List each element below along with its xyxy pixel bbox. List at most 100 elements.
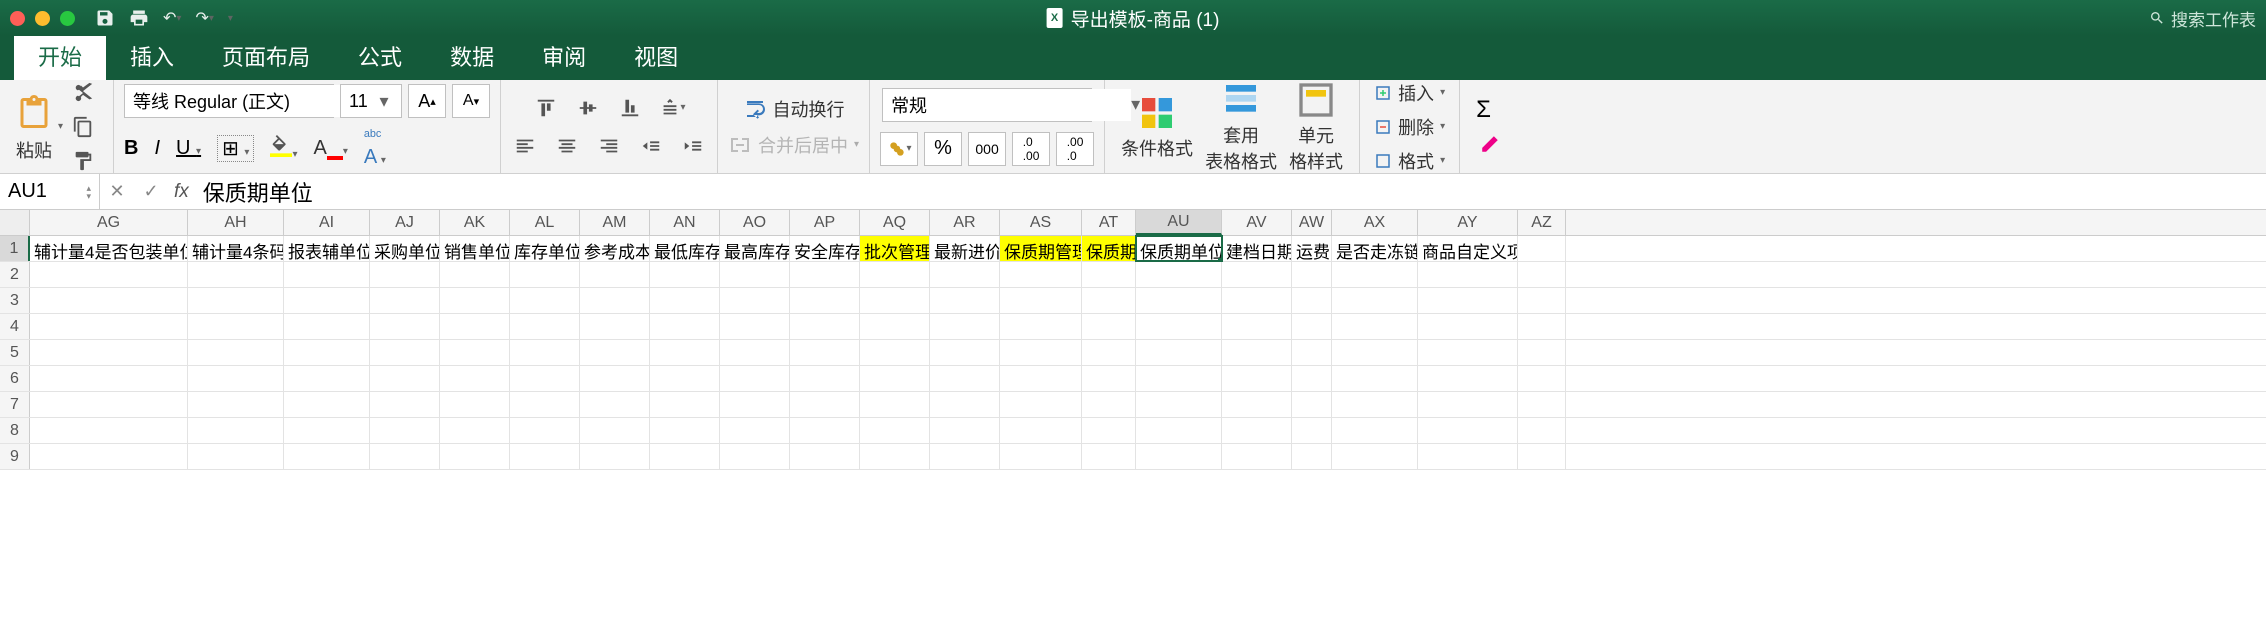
cell-AU8[interactable] [1136, 418, 1222, 443]
cell-AG1[interactable]: 辅计量4是否包装单位 [30, 236, 188, 261]
tab-page-layout[interactable]: 页面布局 [198, 32, 334, 80]
cell-AS7[interactable] [1000, 392, 1082, 417]
number-format-select[interactable]: ▾ [882, 88, 1092, 122]
cell-AI8[interactable] [284, 418, 370, 443]
column-header-AG[interactable]: AG [30, 210, 188, 235]
cell-AO9[interactable] [720, 444, 790, 469]
tab-review[interactable]: 审阅 [518, 32, 610, 80]
maximize-window-icon[interactable] [60, 11, 75, 26]
cell-AW9[interactable] [1292, 444, 1332, 469]
enter-icon[interactable]: ✓ [134, 181, 168, 202]
column-header-AK[interactable]: AK [440, 210, 510, 235]
align-top-icon[interactable] [532, 94, 560, 122]
tab-formulas[interactable]: 公式 [334, 32, 426, 80]
column-header-AT[interactable]: AT [1082, 210, 1136, 235]
cell-AG9[interactable] [30, 444, 188, 469]
cell-AY2[interactable] [1418, 262, 1518, 287]
cut-icon[interactable] [69, 79, 97, 107]
cell-AP1[interactable]: 安全库存 [790, 236, 860, 261]
cell-AW8[interactable] [1292, 418, 1332, 443]
cell-AO7[interactable] [720, 392, 790, 417]
cell-AV4[interactable] [1222, 314, 1292, 339]
undo-icon[interactable]: ↶ ▾ [163, 8, 181, 28]
cell-AV3[interactable] [1222, 288, 1292, 313]
cell-AV5[interactable] [1222, 340, 1292, 365]
cell-AS6[interactable] [1000, 366, 1082, 391]
border-icon[interactable]: ⊞ ▾ [217, 135, 254, 162]
cell-AR6[interactable] [930, 366, 1000, 391]
cell-AL7[interactable] [510, 392, 580, 417]
format-painter-icon[interactable] [69, 147, 97, 175]
column-header-AO[interactable]: AO [720, 210, 790, 235]
row-header-6[interactable]: 6 [0, 366, 30, 391]
cell-AT3[interactable] [1082, 288, 1136, 313]
row-header-8[interactable]: 8 [0, 418, 30, 443]
cell-AX2[interactable] [1332, 262, 1418, 287]
align-center-icon[interactable] [553, 132, 581, 160]
cell-AS1[interactable]: 保质期管理 [1000, 236, 1082, 261]
column-header-AY[interactable]: AY [1418, 210, 1518, 235]
align-middle-icon[interactable] [574, 94, 602, 122]
increase-decimal-icon[interactable]: .0.00 [1012, 132, 1050, 166]
cell-AU5[interactable] [1136, 340, 1222, 365]
autosum-icon[interactable]: Σ [1476, 96, 1504, 124]
row-header-5[interactable]: 5 [0, 340, 30, 365]
cell-AY3[interactable] [1418, 288, 1518, 313]
currency-icon[interactable]: ▾ [880, 132, 918, 166]
cell-AW2[interactable] [1292, 262, 1332, 287]
cell-AW7[interactable] [1292, 392, 1332, 417]
font-size-select[interactable]: ▾ [340, 84, 402, 118]
cell-AT1[interactable]: 保质期 [1082, 236, 1136, 261]
cell-AZ1[interactable] [1518, 236, 1566, 261]
cell-AU4[interactable] [1136, 314, 1222, 339]
save-icon[interactable] [95, 8, 115, 28]
table-format-button[interactable]: 套用 表格格式 [1199, 80, 1283, 174]
cell-AP2[interactable] [790, 262, 860, 287]
cell-AO6[interactable] [720, 366, 790, 391]
cell-AV2[interactable] [1222, 262, 1292, 287]
row-header-3[interactable]: 3 [0, 288, 30, 313]
merge-center-button[interactable]: 合并后居中 ▾ [728, 132, 859, 158]
close-window-icon[interactable] [10, 11, 25, 26]
cell-AM5[interactable] [580, 340, 650, 365]
cell-AG6[interactable] [30, 366, 188, 391]
cell-AU3[interactable] [1136, 288, 1222, 313]
cell-AX8[interactable] [1332, 418, 1418, 443]
cell-AM2[interactable] [580, 262, 650, 287]
tab-data[interactable]: 数据 [426, 32, 518, 80]
cell-AZ7[interactable] [1518, 392, 1566, 417]
cell-AU7[interactable] [1136, 392, 1222, 417]
column-header-AH[interactable]: AH [188, 210, 284, 235]
cell-AK8[interactable] [440, 418, 510, 443]
cell-AW6[interactable] [1292, 366, 1332, 391]
tab-insert[interactable]: 插入 [106, 32, 198, 80]
cell-AJ8[interactable] [370, 418, 440, 443]
column-header-AS[interactable]: AS [1000, 210, 1082, 235]
column-header-AR[interactable]: AR [930, 210, 1000, 235]
cell-AO8[interactable] [720, 418, 790, 443]
cell-AX3[interactable] [1332, 288, 1418, 313]
cell-AT5[interactable] [1082, 340, 1136, 365]
formula-input[interactable] [195, 179, 2266, 205]
cell-AI4[interactable] [284, 314, 370, 339]
fill-color-icon[interactable]: ▾ [270, 135, 297, 162]
copy-icon[interactable] [69, 113, 97, 141]
cell-AY7[interactable] [1418, 392, 1518, 417]
cell-AO3[interactable] [720, 288, 790, 313]
tab-start[interactable]: 开始 [14, 32, 106, 80]
cell-AY1[interactable]: 商品自定义项 [1418, 236, 1518, 261]
wrap-text-button[interactable]: 自动换行 [743, 96, 845, 122]
cancel-icon[interactable]: ✕ [100, 181, 134, 202]
conditional-format-button[interactable]: 条件格式 [1115, 93, 1199, 161]
decrease-indent-icon[interactable] [637, 132, 665, 160]
cell-AP7[interactable] [790, 392, 860, 417]
column-header-AM[interactable]: AM [580, 210, 650, 235]
cell-AM9[interactable] [580, 444, 650, 469]
cell-AR9[interactable] [930, 444, 1000, 469]
print-icon[interactable] [129, 8, 149, 28]
cell-AQ9[interactable] [860, 444, 930, 469]
cell-AG5[interactable] [30, 340, 188, 365]
cell-AM4[interactable] [580, 314, 650, 339]
cell-AI2[interactable] [284, 262, 370, 287]
column-header-AQ[interactable]: AQ [860, 210, 930, 235]
